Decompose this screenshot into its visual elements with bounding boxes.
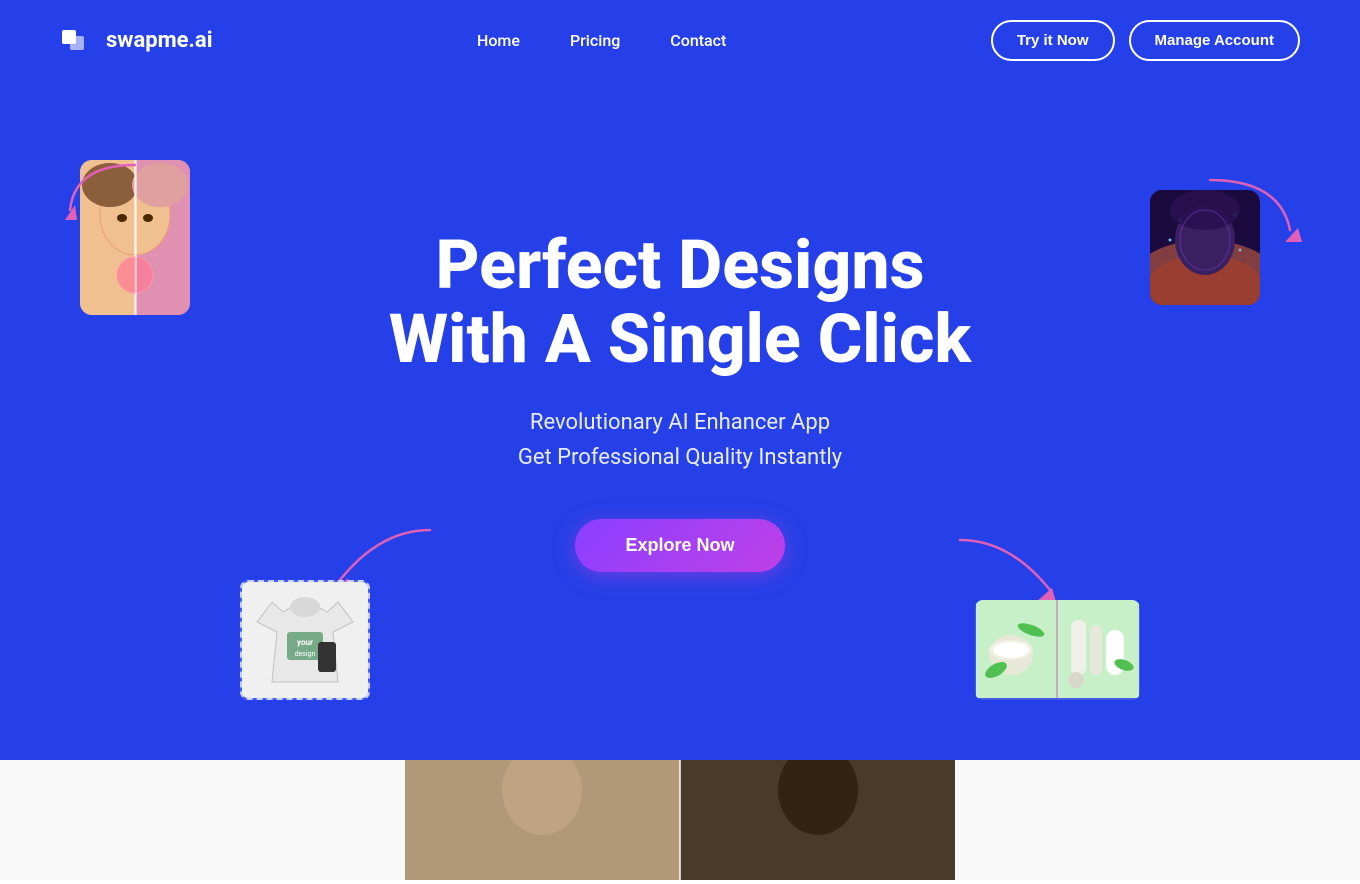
- below-preview-svg: [405, 760, 955, 880]
- logo-icon: [60, 22, 96, 58]
- svg-text:your: your: [297, 638, 313, 647]
- scifi-portrait-svg: [1150, 190, 1260, 305]
- cosmetics-svg: [976, 600, 1139, 698]
- tshirt-svg: your design: [242, 582, 368, 698]
- hero-image-cosmetics: [975, 600, 1140, 700]
- nav-pricing[interactable]: Pricing: [570, 31, 620, 50]
- hero-title: Perfect Designs With A Single Click: [389, 228, 971, 378]
- scifi-image: [1150, 190, 1260, 305]
- arrow-bottom-right: [940, 530, 1070, 610]
- nav-contact[interactable]: Contact: [670, 31, 726, 50]
- logo-text: swapme.ai: [106, 28, 213, 53]
- svg-text:design: design: [295, 650, 316, 658]
- hero-section: Perfect Designs With A Single Click Revo…: [0, 0, 1360, 760]
- nav-home[interactable]: Home: [477, 31, 520, 50]
- hero-image-woman: [80, 160, 190, 315]
- hero-image-tshirt: your design: [240, 580, 370, 700]
- split-preview-image: [405, 760, 955, 880]
- explore-now-button[interactable]: Explore Now: [575, 519, 784, 572]
- nav-buttons: Try it Now Manage Account: [991, 20, 1300, 61]
- below-section: [0, 760, 1360, 880]
- try-it-now-button[interactable]: Try it Now: [991, 20, 1115, 61]
- hero-image-scifi: [1150, 190, 1260, 305]
- hero-subtitle: Revolutionary AI Enhancer App Get Profes…: [518, 405, 842, 475]
- woman-portrait-svg: [80, 160, 190, 315]
- navbar: swapme.ai Home Pricing Contact Try it No…: [0, 0, 1360, 80]
- nav-links: Home Pricing Contact: [477, 31, 726, 50]
- manage-account-button[interactable]: Manage Account: [1129, 20, 1300, 61]
- logo[interactable]: swapme.ai: [60, 22, 213, 58]
- woman-image: [80, 160, 190, 315]
